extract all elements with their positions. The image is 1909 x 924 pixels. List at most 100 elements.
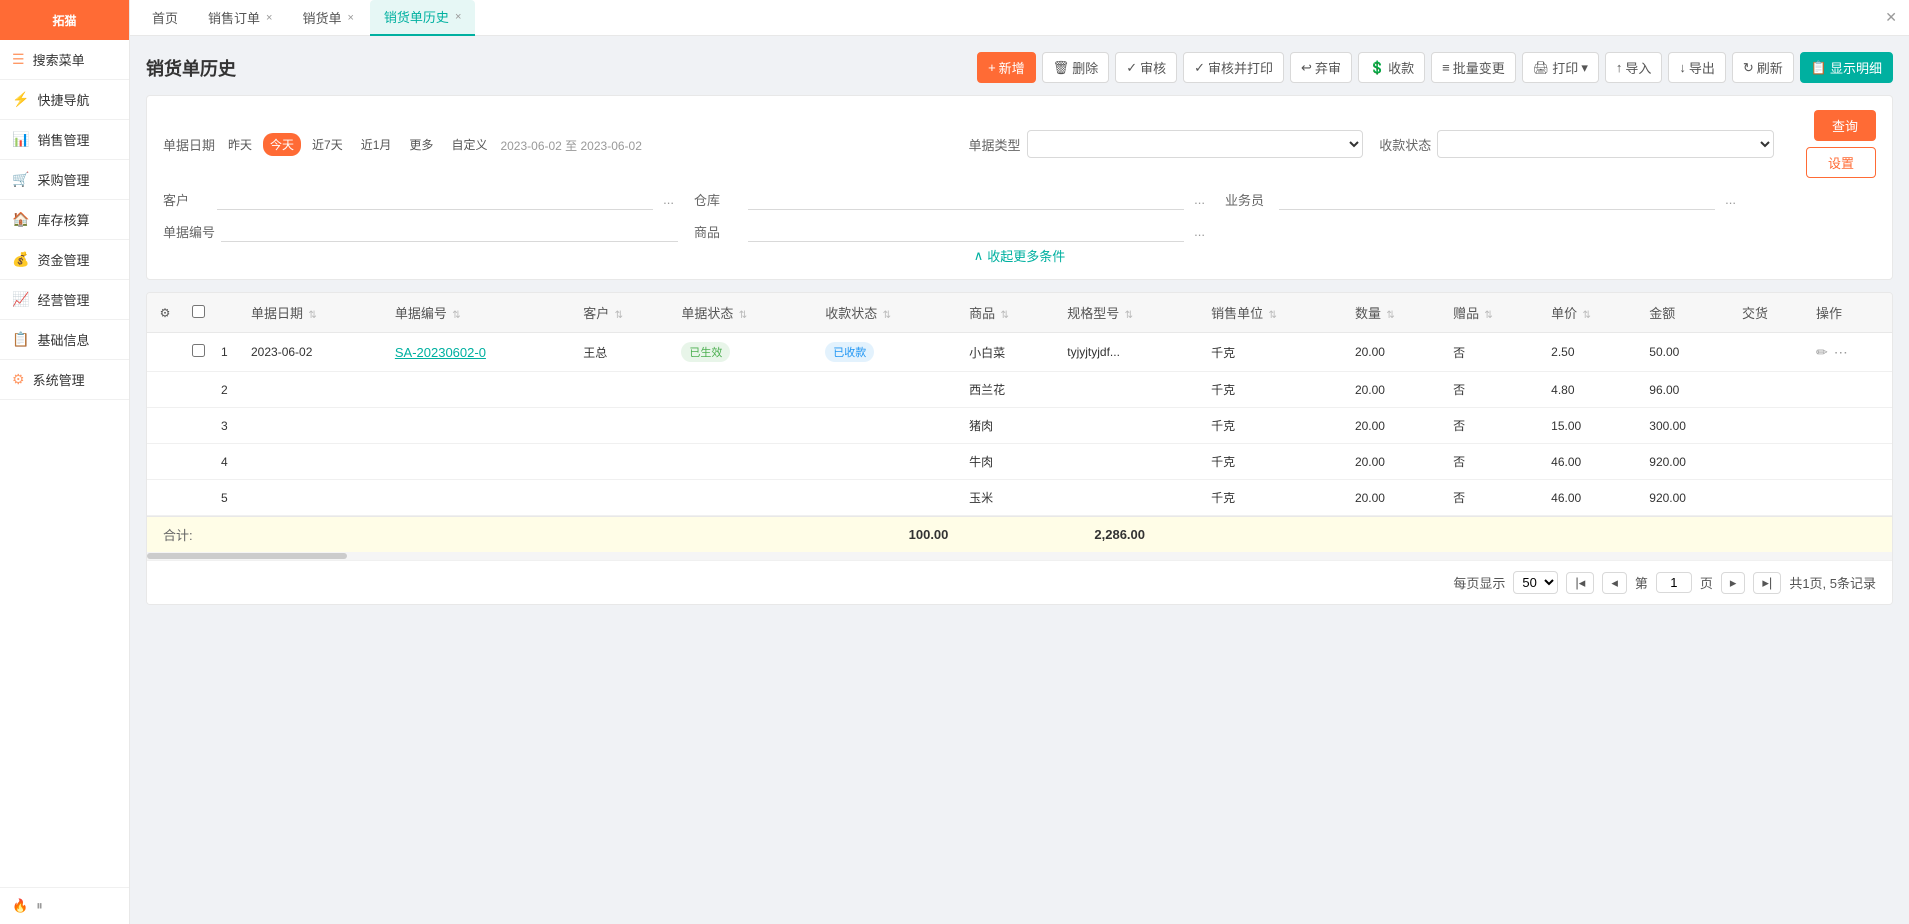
date-quick-btns: 昨天 今天 近7天 近1月 更多 自定义 <box>221 133 494 156</box>
prev-page-btn[interactable]: ◂ <box>1602 572 1627 594</box>
row-date <box>243 480 387 516</box>
docstatus-col-header[interactable]: 单据状态 ⇅ <box>673 293 817 333</box>
docno-col-header[interactable]: 单据编号 ⇅ <box>387 293 575 333</box>
fire-icon[interactable]: 🔥 <box>12 898 28 914</box>
product-input[interactable] <box>748 220 1184 242</box>
first-page-btn[interactable]: |◂ <box>1566 572 1594 594</box>
last-page-btn[interactable]: ▸| <box>1753 572 1781 594</box>
row-payment-status <box>817 444 961 480</box>
next-page-btn[interactable]: ▸ <box>1721 572 1746 594</box>
delete-button[interactable]: 🗑 删除 <box>1042 52 1110 83</box>
audit-print-button[interactable]: ✓ 审核并打印 <box>1183 52 1284 83</box>
per-page-select[interactable]: 50 <box>1513 571 1558 594</box>
more-icon[interactable]: ⋯ <box>1834 344 1848 361</box>
date-col-header[interactable]: 单据日期 ⇅ <box>243 293 387 333</box>
salesperson-picker[interactable]: ... <box>1721 190 1740 209</box>
customer-picker[interactable]: ... <box>659 190 678 209</box>
spec-col-header[interactable]: 规格型号 ⇅ <box>1059 293 1203 333</box>
row-transaction <box>1734 480 1808 516</box>
new-button[interactable]: + 新增 <box>977 52 1036 83</box>
refresh-button[interactable]: ↻ 刷新 <box>1732 52 1794 83</box>
customer-col-header[interactable]: 客户 ⇅ <box>575 293 673 333</box>
row-spec <box>1059 408 1203 444</box>
select-all-checkbox[interactable] <box>192 305 205 318</box>
date-btn-custom[interactable]: 自定义 <box>444 133 494 156</box>
horizontal-scrollbar[interactable] <box>147 552 1892 560</box>
sidebar-item-inventory[interactable]: 🏠 库存核算 <box>0 200 129 240</box>
unit-col-header[interactable]: 销售单位 ⇅ <box>1203 293 1347 333</box>
warehouse-input[interactable] <box>748 188 1184 210</box>
sidebar-item-sales-mgmt[interactable]: 📊 销售管理 <box>0 120 129 160</box>
tab-sales-delivery[interactable]: 销货单 × <box>288 0 367 36</box>
date-btn-1month[interactable]: 近1月 <box>354 133 399 156</box>
print-icon: 🖨 <box>1533 60 1550 76</box>
tab-sales-delivery-close[interactable]: × <box>347 12 353 24</box>
doc-no-input[interactable] <box>221 220 678 242</box>
filter-salesperson: 业务员 ... <box>1225 188 1740 210</box>
row-docno[interactable]: SA-20230602-0 <box>387 333 575 372</box>
setting-button[interactable]: 设置 <box>1806 147 1876 178</box>
docno-col-label: 单据编号 <box>395 306 447 321</box>
sidebar-item-basic-info[interactable]: 📋 基础信息 <box>0 320 129 360</box>
tab-home[interactable]: 首页 <box>138 0 192 36</box>
edit-icon[interactable]: ✏ <box>1816 344 1828 361</box>
pause-icon[interactable]: ⏸ <box>36 898 43 914</box>
price-col-header[interactable]: 单价 ⇅ <box>1543 293 1641 333</box>
payment-status-select[interactable] <box>1437 130 1774 158</box>
show-detail-button[interactable]: 📋 显示明细 <box>1800 52 1893 83</box>
plus-icon: + <box>988 60 996 75</box>
salesperson-input[interactable] <box>1279 188 1715 210</box>
import-button[interactable]: ↑ 导入 <box>1605 52 1663 83</box>
qty-col-header[interactable]: 数量 ⇅ <box>1347 293 1445 333</box>
gift-col-header[interactable]: 赠品 ⇅ <box>1445 293 1543 333</box>
tab-sales-history-close[interactable]: × <box>455 11 461 23</box>
tab-sales-history-label: 销货单历史 <box>384 7 449 26</box>
main-area: 首页 销售订单 × 销货单 × 销货单历史 × ✕ 销货单历史 + 新增 <box>130 0 1909 924</box>
batch-change-button[interactable]: ≡ 批量变更 <box>1431 52 1516 83</box>
date-btn-yesterday[interactable]: 昨天 <box>221 133 259 156</box>
product-picker[interactable]: ... <box>1190 222 1209 241</box>
sidebar-item-quick-nav[interactable]: ⚡ 快捷导航 <box>0 80 129 120</box>
sidebar-item-purchase-mgmt[interactable]: 🛒 采购管理 <box>0 160 129 200</box>
sidebar-item-sys-mgmt[interactable]: ⚙ 系统管理 <box>0 360 129 400</box>
date-btn-today[interactable]: 今天 <box>263 133 301 156</box>
row-unit: 千克 <box>1203 408 1347 444</box>
tab-sales-order-close[interactable]: × <box>266 12 272 24</box>
row-checkbox[interactable] <box>192 344 205 357</box>
tab-sales-history[interactable]: 销货单历史 × <box>370 0 475 36</box>
date-btn-7days[interactable]: 近7天 <box>305 133 350 156</box>
row-gift: 否 <box>1445 444 1543 480</box>
tabs-close-all[interactable]: ✕ <box>1881 5 1901 30</box>
salesperson-label: 业务员 <box>1225 190 1273 209</box>
row-gift: 否 <box>1445 372 1543 408</box>
page-input[interactable] <box>1656 572 1692 593</box>
receive-button[interactable]: 💲 收款 <box>1358 52 1425 83</box>
row-qty: 20.00 <box>1347 480 1445 516</box>
abandon-button[interactable]: ↩ 弃审 <box>1290 52 1352 83</box>
gear-col-header[interactable]: ⚙ <box>147 293 183 333</box>
row-date <box>243 372 387 408</box>
product-col-header[interactable]: 商品 ⇅ <box>961 293 1059 333</box>
customer-input[interactable] <box>217 188 653 210</box>
row-customer <box>575 408 673 444</box>
tab-sales-order[interactable]: 销售订单 × <box>194 0 286 36</box>
print-button[interactable]: 🖨 打印 ▾ <box>1522 52 1599 83</box>
docno-sort-icon: ⇅ <box>452 310 460 321</box>
sidebar-item-search-menu[interactable]: ☰ 搜索菜单 <box>0 40 129 80</box>
row-doc-status: 已生效 <box>673 333 817 372</box>
export-button[interactable]: ↓ 导出 <box>1668 52 1726 83</box>
sidebar-item-finance[interactable]: 💰 资金管理 <box>0 240 129 280</box>
date-btn-more[interactable]: 更多 <box>402 133 440 156</box>
finance-icon: 💰 <box>12 251 29 268</box>
purchase-icon: 🛒 <box>12 171 29 188</box>
collapse-row[interactable]: ∧ 收起更多条件 <box>163 246 1876 265</box>
paymentstatus-col-header[interactable]: 收款状态 ⇅ <box>817 293 961 333</box>
sidebar-item-operations[interactable]: 📈 经营管理 <box>0 280 129 320</box>
scrollbar-thumb[interactable] <box>147 553 347 559</box>
query-button[interactable]: 查询 <box>1814 110 1876 141</box>
doc-type-select[interactable] <box>1027 130 1364 158</box>
audit-button[interactable]: ✓ 审核 <box>1115 52 1177 83</box>
warehouse-picker[interactable]: ... <box>1190 190 1209 209</box>
row-action <box>1808 372 1892 408</box>
checkbox-col-header[interactable] <box>183 293 213 333</box>
